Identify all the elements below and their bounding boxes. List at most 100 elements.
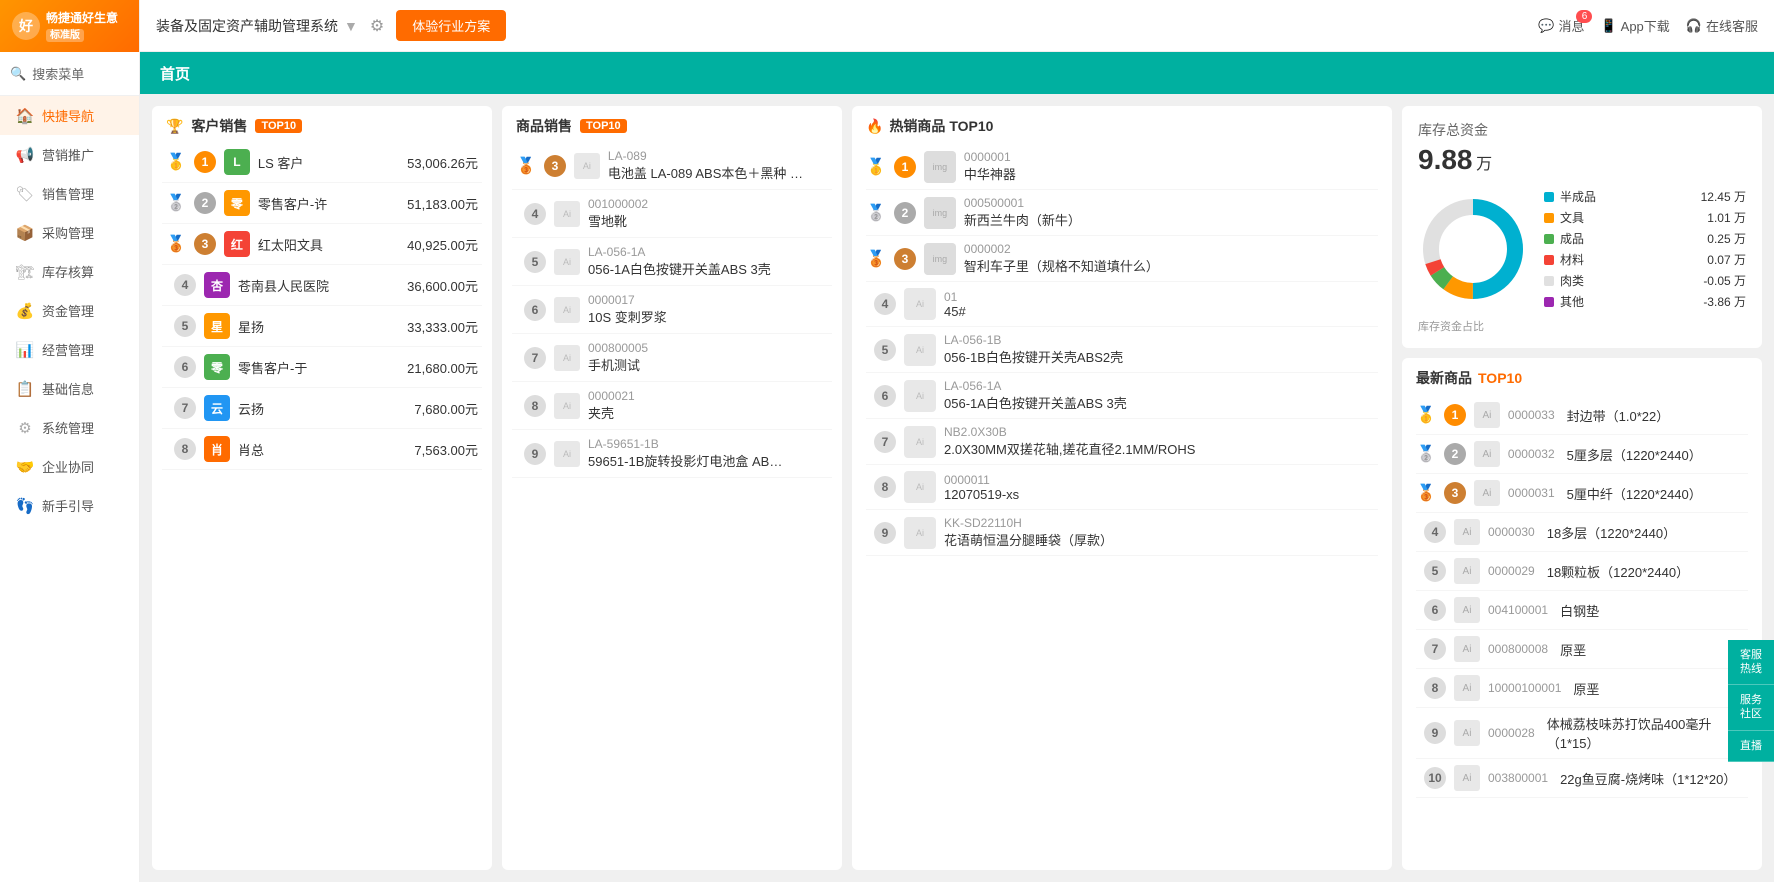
customer-rank-item[interactable]: 🥉 3 红 红太阳文具 40,925.00元 (162, 224, 482, 265)
product-sales-list: 🥉 3 Ai LA-089 电池盖 LA-089 ABS本色＋黑种 7.1克 4… (502, 142, 842, 870)
customer-rank-item[interactable]: 4 杏 苍南县人民医院 36,600.00元 (162, 265, 482, 306)
rank-number: 8 (1424, 677, 1446, 699)
product-sales-item[interactable]: 6 Ai 0000017 10S 变刺罗浆 (512, 286, 832, 334)
rank-number: 3 (894, 248, 916, 270)
hot-product-item[interactable]: 9 Ai KK-SD22110H 花语萌恒温分腿睡袋（厚款） (866, 510, 1378, 556)
customer-rank-item[interactable]: 8 肖 肖总 7,563.00元 (162, 429, 482, 470)
sidebar-item-corp[interactable]: 🤝 企业协同 (0, 447, 139, 486)
product-thumb: Ai (904, 517, 936, 549)
product-sales-item[interactable]: 5 Ai LA-056-1A 056-1A白色按键开关盖ABS 3壳 (512, 238, 832, 286)
product-code: 000800008 (1488, 642, 1548, 656)
product-thumb: Ai (1474, 441, 1500, 467)
customer-rank-item[interactable]: 5 星 星扬 33,333.00元 (162, 306, 482, 347)
new-products-top-label: TOP10 (1478, 370, 1522, 386)
product-code: 001000002 (588, 197, 648, 211)
trial-button[interactable]: 体验行业方案 (396, 10, 506, 41)
hot-product-item[interactable]: 8 Ai 0000011 12070519-xs (866, 465, 1378, 510)
new-product-item[interactable]: 🥇 1 Ai 0000033 封边带（1.0*22） (1416, 396, 1748, 435)
sidebar-item-inventory[interactable]: 🏗 库存核算 (0, 252, 139, 291)
product-code: NB2.0X30B (944, 425, 1378, 439)
product-code: LA-056-1A (944, 379, 1378, 393)
sidebar-item-purchase[interactable]: 📦 采购管理 (0, 213, 139, 252)
legend-item: 材料 0.07 万 (1544, 249, 1746, 270)
new-product-item[interactable]: 9 Ai 0000028 体械荔枝味苏打饮品400毫升（1*15） (1416, 708, 1748, 759)
product-code: 0000032 (1508, 447, 1555, 461)
product-code: KK-SD22110H (944, 516, 1378, 530)
app-download-button[interactable]: 📱 App下载 (1600, 16, 1669, 35)
product-code: 0000028 (1488, 726, 1535, 740)
hot-product-item[interactable]: 4 Ai 01 45# (866, 282, 1378, 327)
rank-number: 3 (544, 155, 566, 177)
sidebar-item-base[interactable]: 📋 基础信息 (0, 369, 139, 408)
page-content: 首页 🏆 客户销售 TOP10 🥇 1 L LS 客户 53,006.26元 🥈… (140, 52, 1774, 882)
product-sales-item[interactable]: 9 Ai LA-59651-1B 59651-1B旋转投影灯电池盒 ABS黑色+… (512, 430, 832, 478)
product-thumb: Ai (554, 393, 580, 419)
product-sales-item[interactable]: 8 Ai 0000021 夹壳 (512, 382, 832, 430)
sidebar-item-sales[interactable]: 🏷 销售管理 (0, 174, 139, 213)
online-service-button[interactable]: 🎧 在线客服 (1686, 16, 1758, 35)
new-product-item[interactable]: 4 Ai 0000030 18多层（1220*2440） (1416, 513, 1748, 552)
search-menu-button[interactable]: 🔍 搜索菜单 (10, 60, 129, 87)
sidebar-item-system[interactable]: ⚙ 系统管理 (0, 408, 139, 447)
customer-service-hotline[interactable]: 客服热线 (1728, 640, 1774, 686)
product-info: 000800005 手机测试 (588, 341, 648, 374)
new-product-item[interactable]: 5 Ai 0000029 18颗粒板（1220*2440） (1416, 552, 1748, 591)
new-product-item[interactable]: 10 Ai 003800001 22g鱼豆腐-烧烤味（1*12*20） (1416, 759, 1748, 798)
sales-icon: 🏷 (16, 185, 34, 203)
new-product-item[interactable]: 🥈 2 Ai 0000032 5厘多层（1220*2440） (1416, 435, 1748, 474)
sidebar-item-guide[interactable]: 👣 新手引导 (0, 486, 139, 525)
rank-medal: 🥇 (1416, 405, 1436, 425)
rank-number: 7 (1424, 638, 1446, 660)
product-thumb: Ai (904, 426, 936, 458)
customer-value: 53,006.26元 (407, 153, 478, 172)
product-code: 0000017 (588, 293, 667, 307)
service-community[interactable]: 服务社区 (1728, 685, 1774, 731)
donut-chart-svg (1418, 194, 1528, 304)
hot-product-item[interactable]: 🥉 3 img 0000002 智利车子里（规格不知道填什么） (866, 236, 1378, 282)
new-product-item[interactable]: 6 Ai 004100001 白钢垫 (1416, 591, 1748, 630)
customer-name: 星扬 (238, 317, 399, 336)
product-code: LA-59651-1B (588, 437, 788, 451)
product-sales-item[interactable]: 🥉 3 Ai LA-089 电池盖 LA-089 ABS本色＋黑种 7.1克 (512, 142, 832, 190)
sidebar-item-marketing[interactable]: 📢 营销推广 (0, 135, 139, 174)
rank-number: 3 (1444, 482, 1466, 504)
rank-number: 6 (874, 385, 896, 407)
new-product-item[interactable]: 8 Ai 10000100001 原垩 (1416, 669, 1748, 708)
notification-button[interactable]: 💬 消息 6 (1538, 16, 1584, 35)
product-name: 原垩 (1560, 640, 1586, 659)
product-info: 0000011 12070519-xs (944, 473, 1378, 502)
customer-rank-item[interactable]: 🥈 2 零 零售客户-许 51,183.00元 (162, 183, 482, 224)
product-info: NB2.0X30B 2.0X30MM双搓花轴,搓花直径2.1MM/ROHS (944, 425, 1378, 458)
rank-number: 2 (1444, 443, 1466, 465)
customer-rank-item[interactable]: 🥇 1 L LS 客户 53,006.26元 (162, 142, 482, 183)
product-sales-item[interactable]: 7 Ai 000800005 手机测试 (512, 334, 832, 382)
product-name: 智利车子里（规格不知道填什么） (964, 256, 1378, 275)
hot-product-item[interactable]: 5 Ai LA-056-1B 056-1B白色按键开关壳ABS2壳 (866, 327, 1378, 373)
hot-product-item[interactable]: 7 Ai NB2.0X30B 2.0X30MM双搓花轴,搓花直径2.1MM/RO… (866, 419, 1378, 465)
product-thumb: Ai (574, 153, 600, 179)
hot-product-item[interactable]: 6 Ai LA-056-1A 056-1A白色按键开关盖ABS 3壳 (866, 373, 1378, 419)
product-code: 000500001 (964, 196, 1378, 210)
sidebar-item-quick[interactable]: 🏠 快捷导航 (0, 96, 139, 135)
product-name: 雪地靴 (588, 211, 648, 230)
legend-name: 半成品 (1560, 188, 1695, 205)
customer-value: 7,563.00元 (414, 440, 478, 459)
product-code: 0000033 (1508, 408, 1555, 422)
new-product-item[interactable]: 7 Ai 000800008 原垩 (1416, 630, 1748, 669)
sidebar-item-ops[interactable]: 📊 经营管理 (0, 330, 139, 369)
rank-number: 5 (874, 339, 896, 361)
legend-value: -0.05 万 (1703, 272, 1746, 289)
sidebar-item-finance[interactable]: 💰 资金管理 (0, 291, 139, 330)
product-sales-item[interactable]: 4 Ai 001000002 雪地靴 (512, 190, 832, 238)
legend-color (1544, 234, 1554, 244)
hot-product-item[interactable]: 🥈 2 img 000500001 新西兰牛肉（新牛） (866, 190, 1378, 236)
hot-product-item[interactable]: 🥇 1 img 0000001 中华神器 (866, 144, 1378, 190)
customer-rank-item[interactable]: 6 零 零售客户-于 21,680.00元 (162, 347, 482, 388)
settings-icon[interactable]: ⚙ (370, 16, 384, 36)
customer-rank-item[interactable]: 7 云 云扬 7,680.00元 (162, 388, 482, 429)
notif-badge: 6 (1576, 10, 1592, 23)
live-stream[interactable]: 直播 (1728, 731, 1774, 762)
legend-color (1544, 192, 1554, 202)
product-info: 01 45# (944, 290, 1378, 319)
new-product-item[interactable]: 🥉 3 Ai 0000031 5厘中纤（1220*2440） (1416, 474, 1748, 513)
